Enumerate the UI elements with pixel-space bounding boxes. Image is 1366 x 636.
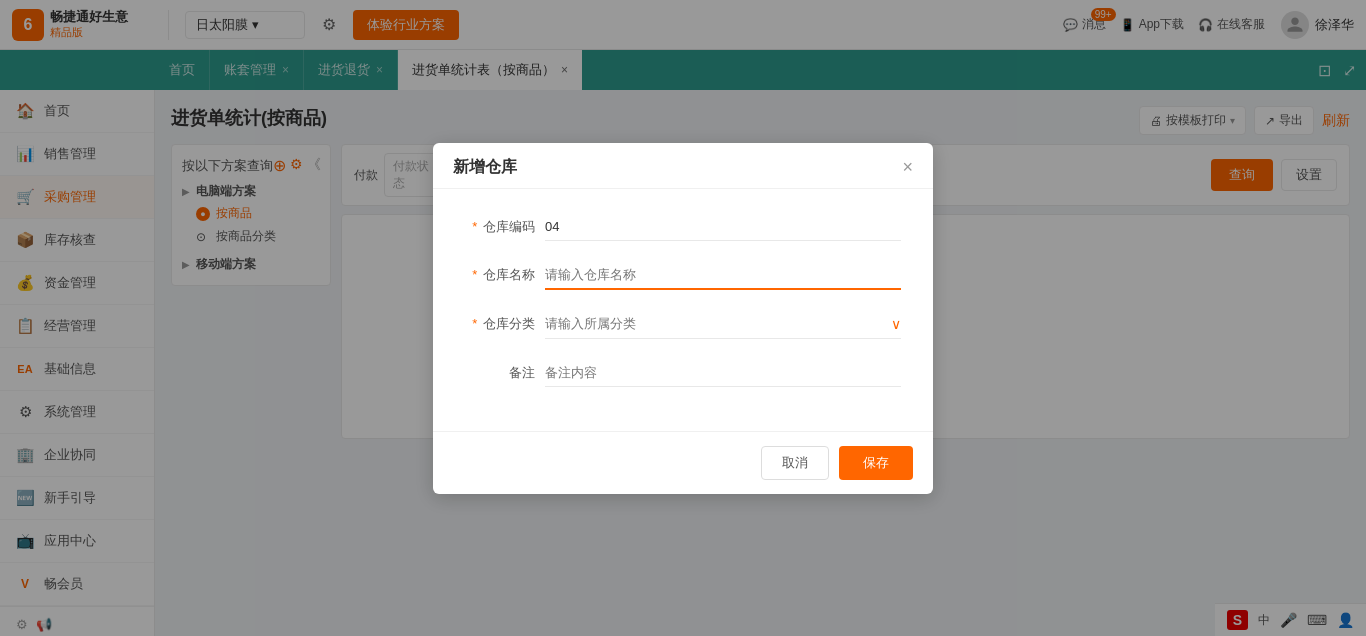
save-btn[interactable]: 保存 (839, 446, 913, 480)
warehouse-category-input[interactable] (545, 316, 891, 331)
warehouse-code-input[interactable] (545, 213, 901, 241)
modal-overlay[interactable]: 新增仓库 × * 仓库编码 * 仓库名称 (0, 0, 1366, 636)
warehouse-category-row: * 仓库分类 ∨ (465, 310, 901, 339)
chevron-down-icon: ∨ (891, 316, 901, 332)
warehouse-modal: 新增仓库 × * 仓库编码 * 仓库名称 (433, 143, 933, 494)
warehouse-note-label: 备注 (465, 364, 545, 382)
warehouse-note-input[interactable] (545, 359, 901, 387)
warehouse-note-row: 备注 (465, 359, 901, 387)
warehouse-name-input[interactable] (545, 261, 901, 290)
modal-footer: 取消 保存 (433, 431, 933, 494)
warehouse-name-label: * 仓库名称 (465, 266, 545, 284)
cancel-btn[interactable]: 取消 (761, 446, 829, 480)
warehouse-code-label: * 仓库编码 (465, 218, 545, 236)
modal-header: 新增仓库 × (433, 143, 933, 189)
modal-body: * 仓库编码 * 仓库名称 * 仓库分类 (433, 189, 933, 431)
modal-close-btn[interactable]: × (902, 157, 913, 178)
modal-title: 新增仓库 (453, 157, 517, 178)
warehouse-name-row: * 仓库名称 (465, 261, 901, 290)
warehouse-category-select[interactable]: ∨ (545, 310, 901, 339)
warehouse-category-label: * 仓库分类 (465, 315, 545, 333)
warehouse-code-row: * 仓库编码 (465, 213, 901, 241)
